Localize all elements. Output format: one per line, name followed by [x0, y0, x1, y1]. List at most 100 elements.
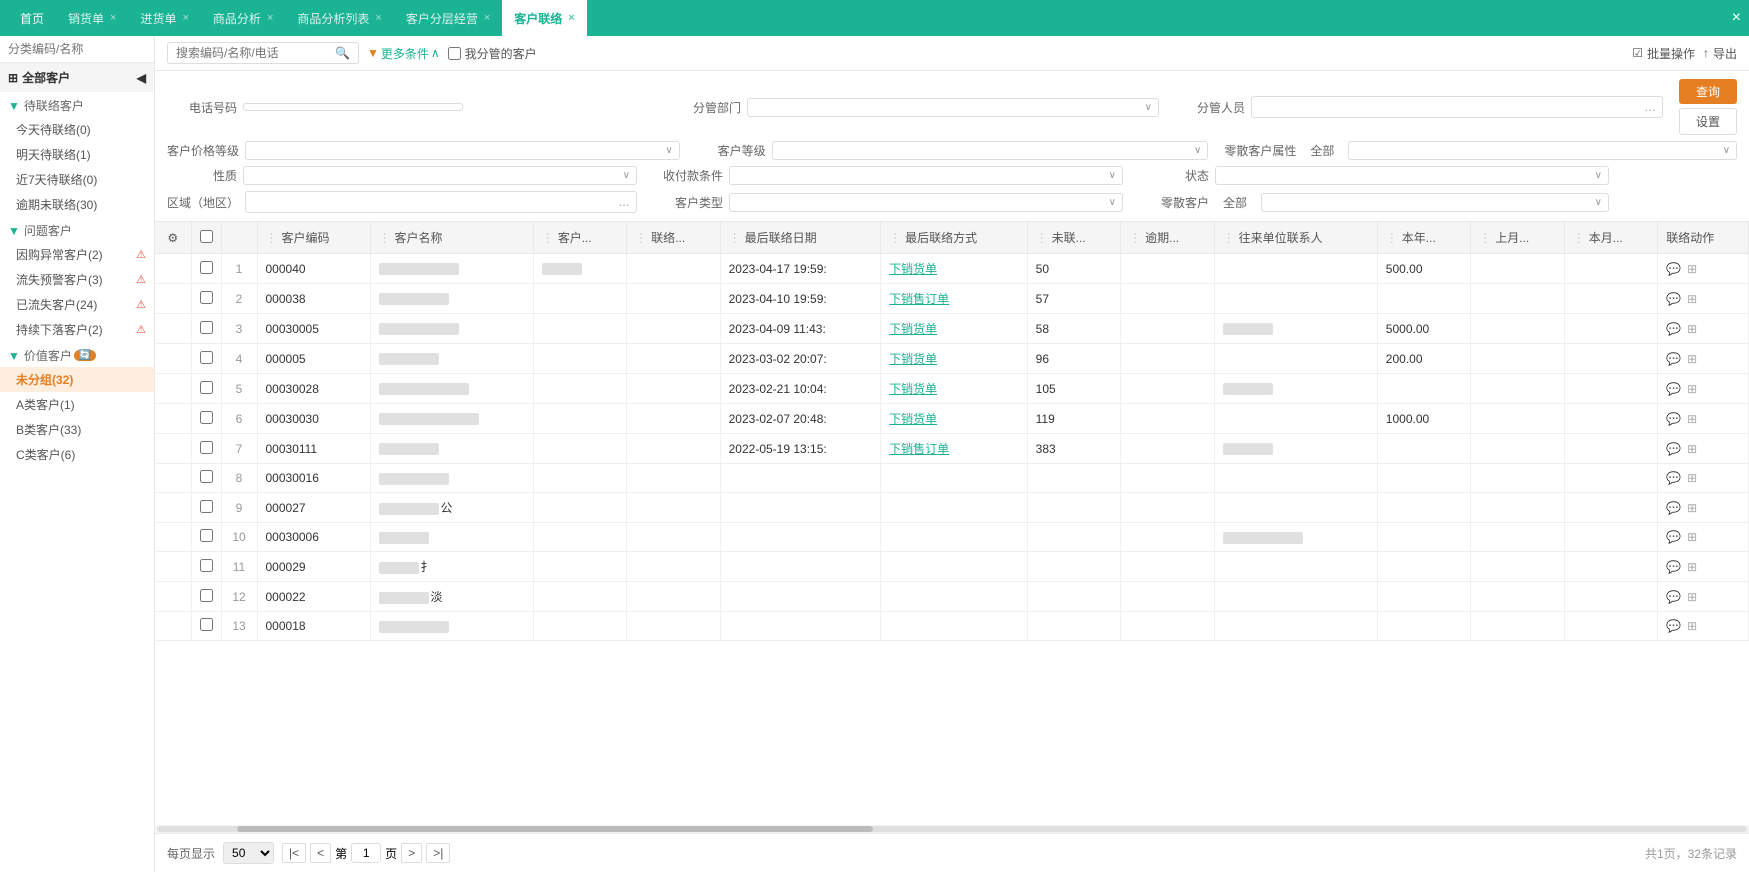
col-resize-icon5[interactable]: ⋮ — [729, 231, 741, 245]
status-select[interactable]: ∨ — [1215, 166, 1609, 185]
checkbox-cell[interactable] — [191, 344, 221, 374]
sidebar-item-declining[interactable]: 持续下落客户(2) ⚠ — [0, 317, 154, 342]
search-input[interactable] — [176, 46, 331, 60]
my-customers-filter[interactable]: 我分管的客户 — [448, 45, 537, 62]
grid-action-icon[interactable]: ⊞ — [1687, 292, 1697, 306]
message-icon[interactable]: 💬 — [1666, 530, 1681, 544]
contact-method-link[interactable]: 下销货单 — [889, 352, 937, 366]
retail-attr-select[interactable]: ∨ — [1348, 141, 1737, 160]
person-ellipsis-icon[interactable]: … — [1644, 100, 1656, 114]
first-page-button[interactable]: |< — [282, 843, 306, 863]
price-level-select[interactable]: ∨ — [245, 141, 680, 160]
customer-code-col-header[interactable]: ⋮ 客户编码 — [257, 222, 370, 254]
col-resize-icon8[interactable]: ⋮ — [1129, 231, 1141, 245]
grid-action-icon[interactable]: ⊞ — [1687, 442, 1697, 456]
row-checkbox[interactable] — [200, 559, 213, 572]
close-sales-order-icon[interactable]: × — [110, 12, 116, 24]
row-checkbox[interactable] — [200, 441, 213, 454]
search-box[interactable]: 🔍 — [167, 42, 359, 64]
close-customer-segment-icon[interactable]: × — [484, 12, 490, 24]
col-resize-icon4[interactable]: ⋮ — [635, 231, 647, 245]
customer-level-select[interactable]: ∨ — [772, 141, 1209, 160]
message-icon[interactable]: 💬 — [1666, 471, 1681, 485]
close-product-analysis-list-icon[interactable]: × — [375, 12, 381, 24]
horizontal-scrollbar[interactable] — [155, 825, 1749, 833]
row-checkbox[interactable] — [200, 470, 213, 483]
customer-type-col-header[interactable]: ⋮ 客户... — [533, 222, 626, 254]
retail-customer-select[interactable]: ∨ — [1261, 193, 1609, 212]
close-purchase-order-icon[interactable]: × — [182, 12, 188, 24]
scrollbar-track[interactable] — [157, 826, 1747, 832]
reset-button[interactable]: 设置 — [1679, 108, 1737, 135]
sidebar-item-class-a[interactable]: A类客户(1) — [0, 392, 154, 417]
sidebar-item-today[interactable]: 今天待联络(0) — [0, 117, 154, 142]
person-input[interactable]: … — [1251, 96, 1663, 118]
col-resize-icon10[interactable]: ⋮ — [1386, 231, 1398, 245]
checkbox-cell[interactable] — [191, 552, 221, 582]
message-icon[interactable]: 💬 — [1666, 262, 1681, 276]
message-icon[interactable]: 💬 — [1666, 501, 1681, 515]
no-contact-days-col-header[interactable]: ⋮ 未联... — [1027, 222, 1120, 254]
close-product-analysis-icon[interactable]: × — [267, 12, 273, 24]
message-icon[interactable]: 💬 — [1666, 292, 1681, 306]
more-filters-button[interactable]: ▼ 更多条件 ∧ — [367, 45, 440, 62]
contact-method-link[interactable]: 下销售订单 — [889, 442, 949, 456]
row-checkbox[interactable] — [200, 261, 213, 274]
search-icon[interactable]: 🔍 — [335, 46, 350, 60]
checkbox-col-header[interactable] — [191, 222, 221, 254]
row-checkbox[interactable] — [200, 618, 213, 631]
col-resize-icon7[interactable]: ⋮ — [1036, 231, 1048, 245]
grid-action-icon[interactable]: ⊞ — [1687, 352, 1697, 366]
row-checkbox[interactable] — [200, 500, 213, 513]
grid-action-icon[interactable]: ⊞ — [1687, 322, 1697, 336]
phone-input[interactable] — [243, 103, 463, 111]
overdue-col-header[interactable]: ⋮ 逾期... — [1121, 222, 1214, 254]
message-icon[interactable]: 💬 — [1666, 352, 1681, 366]
row-checkbox[interactable] — [200, 321, 213, 334]
col-resize-icon11[interactable]: ⋮ — [1479, 231, 1491, 245]
contact-col-header[interactable]: ⋮ 联络... — [627, 222, 720, 254]
checkbox-cell[interactable] — [191, 404, 221, 434]
row-checkbox[interactable] — [200, 529, 213, 542]
settings-icon[interactable]: ⚙ — [167, 231, 178, 245]
prev-page-button[interactable]: < — [310, 843, 331, 863]
grid-action-icon[interactable]: ⊞ — [1687, 501, 1697, 515]
section-value-customers[interactable]: ▼ 价值客户 🔄 — [0, 342, 154, 367]
checkbox-cell[interactable] — [191, 582, 221, 612]
message-icon[interactable]: 💬 — [1666, 560, 1681, 574]
col-resize-icon3[interactable]: ⋮ — [542, 231, 554, 245]
checkbox-cell[interactable] — [191, 464, 221, 493]
row-checkbox[interactable] — [200, 291, 213, 304]
all-customers-header[interactable]: ⊞ 全部客户 ◀ — [0, 63, 154, 92]
region-input[interactable]: … — [245, 191, 637, 213]
tab-purchase-order[interactable]: 进货单 × — [128, 0, 200, 36]
customer-type-select[interactable]: ∨ — [729, 193, 1123, 212]
checkbox-cell[interactable] — [191, 523, 221, 552]
sidebar-item-class-b[interactable]: B类客户(33) — [0, 417, 154, 442]
checkbox-cell[interactable] — [191, 434, 221, 464]
message-icon[interactable]: 💬 — [1666, 590, 1681, 604]
section-pending-contact[interactable]: ▼ 待联络客户 — [0, 92, 154, 117]
page-number-input[interactable] — [351, 843, 381, 863]
my-customers-checkbox[interactable] — [448, 47, 461, 60]
batch-operation-button[interactable]: ☑ 批量操作 — [1632, 45, 1695, 62]
sidebar-item-ungrouped[interactable]: 未分组(32) — [0, 367, 154, 392]
refresh-badge[interactable]: 🔄 — [74, 350, 96, 361]
scrollbar-thumb[interactable] — [237, 826, 873, 832]
grid-action-icon[interactable]: ⊞ — [1687, 262, 1697, 276]
next-page-button[interactable]: > — [401, 843, 422, 863]
last-page-button[interactable]: >| — [426, 843, 450, 863]
message-icon[interactable]: 💬 — [1666, 619, 1681, 633]
last-month-col-header[interactable]: ⋮ 上月... — [1471, 222, 1564, 254]
col-resize-icon12[interactable]: ⋮ — [1573, 231, 1585, 245]
checkbox-cell[interactable] — [191, 254, 221, 284]
close-customer-contact-icon[interactable]: × — [568, 12, 574, 24]
message-icon[interactable]: 💬 — [1666, 412, 1681, 426]
company-contact-col-header[interactable]: ⋮ 往来单位联系人 — [1214, 222, 1377, 254]
region-ellipsis-icon[interactable]: … — [618, 195, 630, 209]
payment-select[interactable]: ∨ — [729, 166, 1123, 185]
sidebar-item-tomorrow[interactable]: 明天待联络(1) — [0, 142, 154, 167]
select-all-checkbox[interactable] — [200, 230, 213, 243]
contact-method-link[interactable]: 下销货单 — [889, 412, 937, 426]
row-checkbox[interactable] — [200, 411, 213, 424]
